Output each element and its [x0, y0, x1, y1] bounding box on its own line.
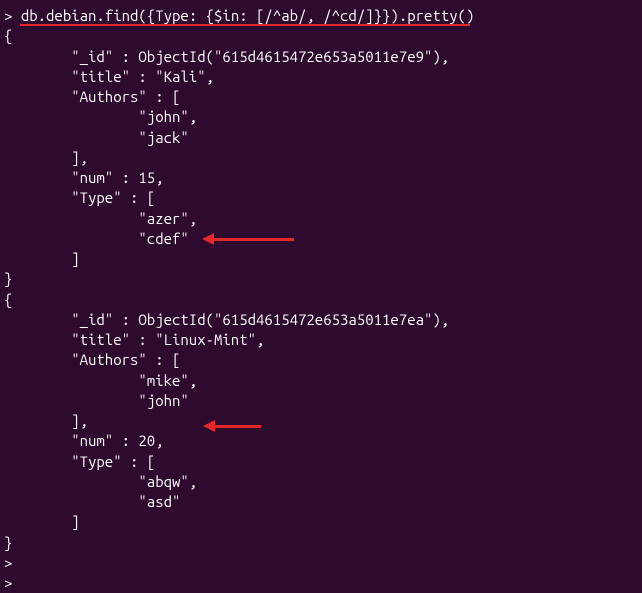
arrow-head-icon — [202, 233, 214, 245]
doc1-open-brace: { — [4, 26, 638, 46]
arrow-line-icon — [214, 238, 294, 241]
doc2-authors-close: ], — [4, 411, 638, 431]
doc2-id: "_id" : ObjectId("615d4615472e653a5011e7… — [4, 310, 638, 330]
doc1-id: "_id" : ObjectId("615d4615472e653a5011e7… — [4, 47, 638, 67]
doc1-close-brace: } — [4, 269, 638, 289]
doc1-type2: "cdef" — [4, 229, 638, 249]
doc2-open-brace: { — [4, 290, 638, 310]
arrow-line-icon — [215, 425, 261, 428]
arrow-annotation-abqw — [203, 420, 261, 432]
command-underline-annotation — [20, 24, 470, 26]
prompt-symbol: > — [4, 7, 12, 24]
doc1-type-open: "Type" : [ — [4, 188, 638, 208]
prompt-end-2[interactable]: > — [4, 573, 638, 593]
doc2-num: "num" : 20, — [4, 431, 638, 451]
doc2-type2: "asd" — [4, 492, 638, 512]
doc1-author1: "john", — [4, 107, 638, 127]
doc2-type1: "abqw", — [4, 472, 638, 492]
prompt-end-1[interactable]: > — [4, 553, 638, 573]
doc2-author2: "john" — [4, 391, 638, 411]
doc1-author2: "jack" — [4, 128, 638, 148]
doc2-authors-open: "Authors" : [ — [4, 350, 638, 370]
doc1-type-close: ] — [4, 249, 638, 269]
command-text: db.debian.find({Type: {$in: [/^ab/, /^cd… — [21, 7, 475, 24]
doc1-title: "title" : "Kali", — [4, 67, 638, 87]
command-line[interactable]: > db.debian.find({Type: {$in: [/^ab/, /^… — [4, 6, 638, 26]
arrow-annotation-cdef — [202, 233, 294, 245]
doc2-close-brace: } — [4, 533, 638, 553]
doc2-author1: "mike", — [4, 371, 638, 391]
arrow-head-icon — [203, 420, 215, 432]
doc2-title: "title" : "Linux-Mint", — [4, 330, 638, 350]
doc1-num: "num" : 15, — [4, 168, 638, 188]
doc1-authors-close: ], — [4, 148, 638, 168]
doc1-authors-open: "Authors" : [ — [4, 87, 638, 107]
doc2-type-open: "Type" : [ — [4, 452, 638, 472]
doc1-type1: "azer", — [4, 209, 638, 229]
doc2-type-close: ] — [4, 512, 638, 532]
